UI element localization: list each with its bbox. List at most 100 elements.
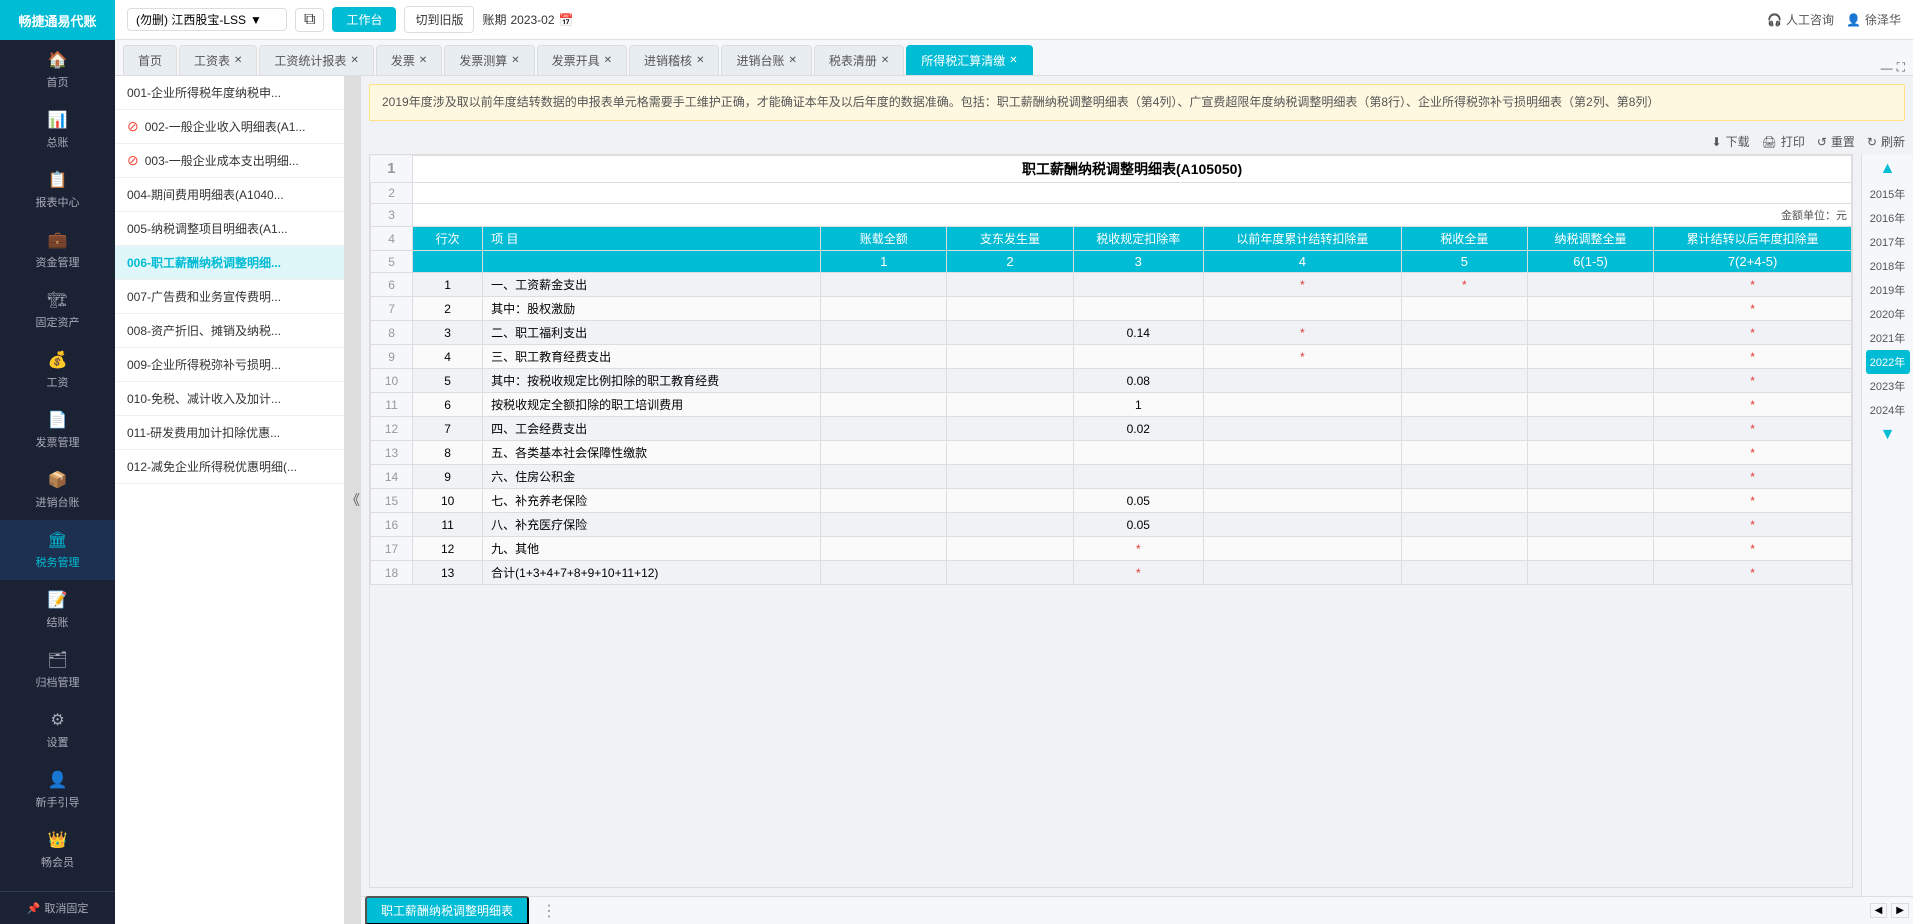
- year-item[interactable]: 2018年: [1866, 254, 1910, 278]
- cell-c7-13[interactable]: *: [1654, 441, 1852, 465]
- cell-c6-14[interactable]: [1527, 465, 1653, 489]
- collapse-button[interactable]: 《: [345, 76, 361, 924]
- cell-c5-7[interactable]: [1401, 297, 1527, 321]
- cell-c6-10[interactable]: [1527, 369, 1653, 393]
- copy-icon-btn[interactable]: ⧉: [295, 8, 324, 32]
- cell-c4-11[interactable]: [1204, 393, 1402, 417]
- year-item[interactable]: 2019年: [1866, 278, 1910, 302]
- tab-minimize-btn[interactable]: —: [1881, 61, 1893, 75]
- year-item[interactable]: 2017年: [1866, 230, 1910, 254]
- year-item[interactable]: 2016年: [1866, 206, 1910, 230]
- cell-c3-17[interactable]: *: [1073, 537, 1203, 561]
- cell-c3-9[interactable]: [1073, 345, 1203, 369]
- cell-c5-14[interactable]: [1401, 465, 1527, 489]
- tab-home[interactable]: 首页: [123, 45, 177, 75]
- cell-c4-6[interactable]: *: [1204, 273, 1402, 297]
- cell-c5-11[interactable]: [1401, 393, 1527, 417]
- cell-c4-9[interactable]: *: [1204, 345, 1402, 369]
- cell-item-18[interactable]: 合计(1+3+4+7+8+9+10+11+12): [483, 561, 821, 585]
- left-item-003[interactable]: ⊘ 003-一般企业成本支出明细...: [115, 144, 344, 178]
- cell-c1-14[interactable]: [821, 465, 947, 489]
- sidebar-item-guide[interactable]: 👤 新手引导: [0, 760, 115, 820]
- left-item-004[interactable]: 004-期间费用明细表(A1040...: [115, 178, 344, 212]
- cell-c2-16[interactable]: [947, 513, 1073, 537]
- left-item-002[interactable]: ⊘ 002-一般企业收入明细表(A1...: [115, 110, 344, 144]
- cell-c6-6[interactable]: [1527, 273, 1653, 297]
- cell-item-10[interactable]: 其中：按税收规定比例扣除的职工教育经费: [483, 369, 821, 393]
- cell-item-9[interactable]: 三、职工教育经费支出: [483, 345, 821, 369]
- cell-c6-12[interactable]: [1527, 417, 1653, 441]
- cell-c1-11[interactable]: [821, 393, 947, 417]
- cell-c1-17[interactable]: [821, 537, 947, 561]
- year-item[interactable]: 2020年: [1866, 302, 1910, 326]
- cell-c5-13[interactable]: [1401, 441, 1527, 465]
- year-item[interactable]: 2015年: [1866, 182, 1910, 206]
- left-item-001[interactable]: 001-企业所得税年度纳税申...: [115, 76, 344, 110]
- tab-purchase-check[interactable]: 进销稽核 ✕: [629, 45, 719, 75]
- sidebar-item-sales[interactable]: 📦 进销台账: [0, 460, 115, 520]
- sheet-nav-right[interactable]: ▶: [1891, 903, 1909, 918]
- cell-c2-17[interactable]: [947, 537, 1073, 561]
- cell-c3-15[interactable]: 0.05: [1073, 489, 1203, 513]
- cell-c5-8[interactable]: [1401, 321, 1527, 345]
- tab-income-tax[interactable]: 所得税汇算清缴 ✕: [906, 45, 1032, 75]
- left-item-012[interactable]: 012-减免企业所得税优惠明细(...: [115, 450, 344, 484]
- sidebar-item-salary[interactable]: 💰 工资: [0, 340, 115, 400]
- cell-c6-16[interactable]: [1527, 513, 1653, 537]
- sidebar-item-invoice[interactable]: 📄 发票管理: [0, 400, 115, 460]
- left-item-008[interactable]: 008-资产折旧、摊销及纳税...: [115, 314, 344, 348]
- year-down-arrow[interactable]: ▼: [1862, 424, 1913, 446]
- cell-c7-11[interactable]: *: [1654, 393, 1852, 417]
- cell-c3-16[interactable]: 0.05: [1073, 513, 1203, 537]
- cell-c2-11[interactable]: [947, 393, 1073, 417]
- cell-c4-10[interactable]: [1204, 369, 1402, 393]
- cell-c6-9[interactable]: [1527, 345, 1653, 369]
- sheet-more-icon[interactable]: ⋮: [541, 901, 557, 921]
- cell-item-12[interactable]: 四、工会经费支出: [483, 417, 821, 441]
- sidebar-item-reports[interactable]: 📋 报表中心: [0, 160, 115, 220]
- cell-item-14[interactable]: 六、住房公积金: [483, 465, 821, 489]
- tab-tax-list[interactable]: 税表清册 ✕: [814, 45, 904, 75]
- year-item[interactable]: 2023年: [1866, 374, 1910, 398]
- reset-button[interactable]: ↺ 重置: [1817, 133, 1855, 150]
- cell-c4-13[interactable]: [1204, 441, 1402, 465]
- back-button[interactable]: 切到旧版: [404, 6, 474, 33]
- left-item-006[interactable]: 006-职工薪酬纳税调整明细...: [115, 246, 344, 280]
- tab-income-tax-close[interactable]: ✕: [1009, 55, 1017, 66]
- cell-c3-11[interactable]: 1: [1073, 393, 1203, 417]
- cell-c2-6[interactable]: [947, 273, 1073, 297]
- cell-c3-18[interactable]: *: [1073, 561, 1203, 585]
- sheet-tab-active[interactable]: 职工薪酬纳税调整明细表: [365, 896, 529, 924]
- cell-c7-16[interactable]: *: [1654, 513, 1852, 537]
- cell-c2-12[interactable]: [947, 417, 1073, 441]
- cell-c7-12[interactable]: *: [1654, 417, 1852, 441]
- tab-purchase-ledger[interactable]: 进销台账 ✕: [721, 45, 811, 75]
- cell-c4-8[interactable]: *: [1204, 321, 1402, 345]
- cell-c4-12[interactable]: [1204, 417, 1402, 441]
- sidebar-item-tax[interactable]: 🏛 税务管理: [0, 520, 115, 580]
- cell-c4-16[interactable]: [1204, 513, 1402, 537]
- cell-c2-18[interactable]: [947, 561, 1073, 585]
- year-item[interactable]: 2024年: [1866, 398, 1910, 422]
- cell-c2-9[interactable]: [947, 345, 1073, 369]
- year-item[interactable]: 2022年: [1866, 350, 1910, 374]
- tab-invoice-open-close[interactable]: ✕: [604, 55, 612, 66]
- cell-c4-14[interactable]: [1204, 465, 1402, 489]
- cell-item-6[interactable]: 一、工资薪金支出: [483, 273, 821, 297]
- cell-c4-7[interactable]: [1204, 297, 1402, 321]
- cell-c7-15[interactable]: *: [1654, 489, 1852, 513]
- cell-c6-15[interactable]: [1527, 489, 1653, 513]
- left-item-010[interactable]: 010-免税、减计收入及加计...: [115, 382, 344, 416]
- cell-c3-7[interactable]: [1073, 297, 1203, 321]
- cell-c1-6[interactable]: [821, 273, 947, 297]
- refresh-button[interactable]: ↻ 刷新: [1867, 133, 1905, 150]
- tab-invoice-open[interactable]: 发票开具 ✕: [537, 45, 627, 75]
- calendar-icon[interactable]: 📅: [559, 13, 574, 27]
- cell-c1-15[interactable]: [821, 489, 947, 513]
- cell-c3-12[interactable]: 0.02: [1073, 417, 1203, 441]
- cell-item-11[interactable]: 按税收规定全额扣除的职工培训费用: [483, 393, 821, 417]
- sidebar-item-settings[interactable]: ⚙ 设置: [0, 700, 115, 760]
- cell-c5-16[interactable]: [1401, 513, 1527, 537]
- cell-c5-15[interactable]: [1401, 489, 1527, 513]
- tab-invoice-calc[interactable]: 发票测算 ✕: [444, 45, 534, 75]
